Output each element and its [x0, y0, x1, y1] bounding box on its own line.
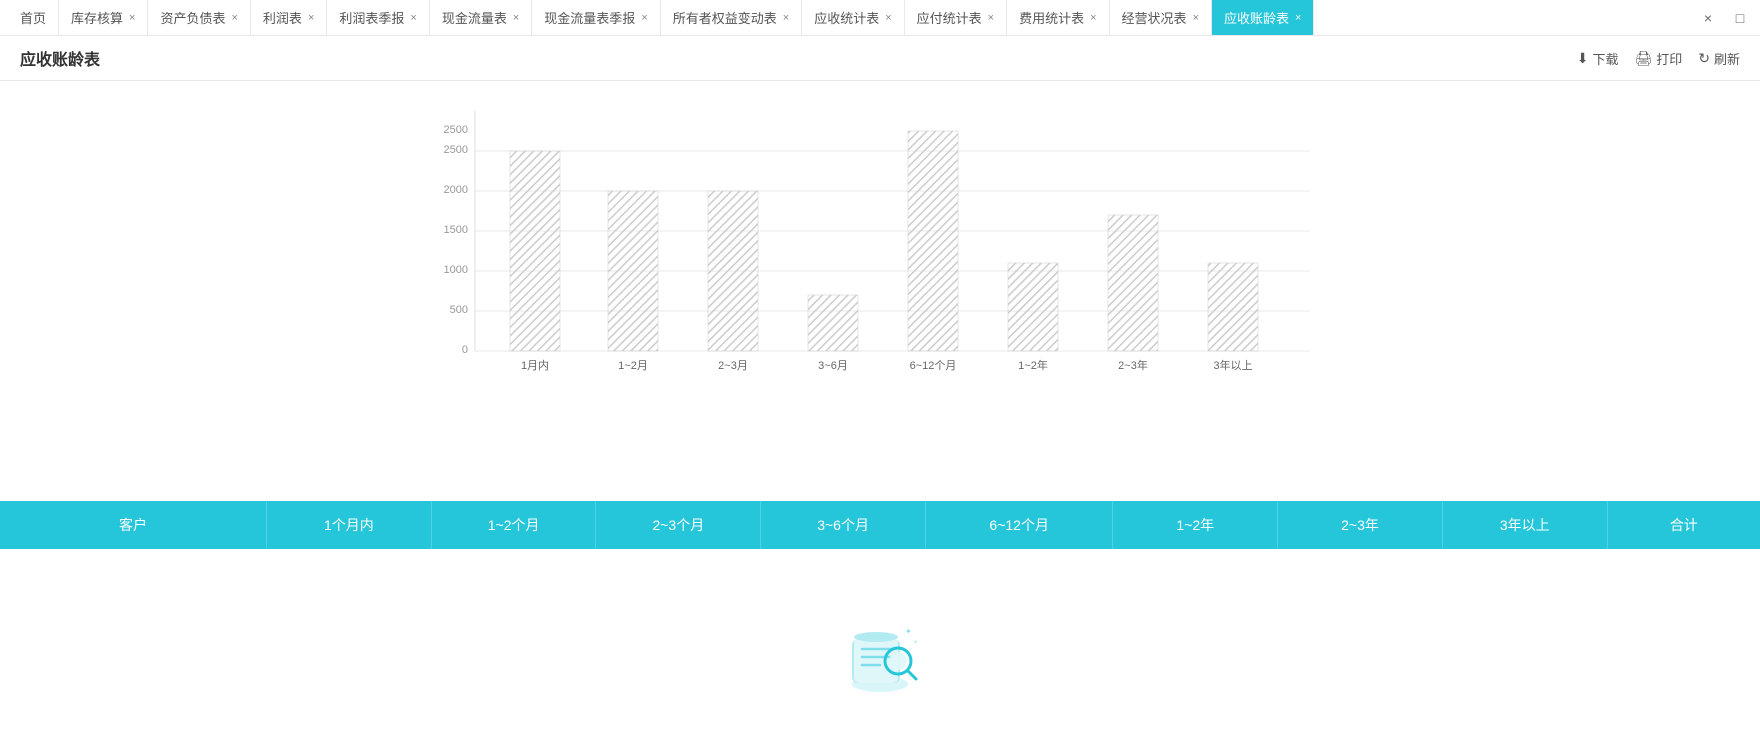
tab-close-ar-stat[interactable]: × [885, 12, 891, 24]
tab-profit-quarter[interactable]: 利润表季报 × [327, 0, 429, 36]
page-header: 应收账龄表 ⬇ 下载 🖨 打印 ↻ 刷新 [0, 36, 1760, 81]
tab-cashflow[interactable]: 现金流量表 × [430, 0, 532, 36]
svg-text:✦: ✦ [913, 639, 918, 646]
svg-text:6~12个月: 6~12个月 [910, 359, 957, 372]
empty-state-icon: ✦ ✦ [830, 609, 930, 699]
main-content: 0 500 1000 1500 2000 2500 2500 [0, 81, 1760, 739]
tab-label-cashflow-quarter: 现金流量表季报 [544, 8, 635, 27]
page-title: 应收账龄表 [20, 46, 100, 70]
svg-text:3~6月: 3~6月 [818, 360, 848, 372]
svg-text:0: 0 [462, 344, 468, 356]
header-actions: ⬇ 下载 🖨 打印 ↻ 刷新 [1577, 49, 1740, 68]
tab-bar: 首页库存核算×资产负债表×利润表×利润表季报×现金流量表×现金流量表季报×所有者… [0, 0, 1760, 36]
col-header-customer: 客户 [0, 501, 267, 549]
bar-4 [808, 295, 858, 351]
svg-text:3年以上: 3年以上 [1213, 358, 1252, 372]
refresh-icon: ↻ [1698, 50, 1710, 67]
svg-text:500: 500 [450, 304, 468, 316]
bar-2 [608, 191, 658, 351]
svg-text:1~2年: 1~2年 [1018, 358, 1048, 372]
tab-close-cashflow-quarter[interactable]: × [641, 12, 647, 24]
tab-label-business-status: 经营状况表 [1122, 8, 1187, 27]
col-header-month12: 1~2个月 [432, 501, 597, 549]
print-button[interactable]: 🖨 打印 [1634, 49, 1682, 68]
svg-text:1~2月: 1~2月 [618, 360, 648, 372]
tab-ap-stat[interactable]: 应付统计表 × [905, 0, 1007, 36]
tab-equity[interactable]: 所有者权益变动表 × [661, 0, 802, 36]
empty-state: ✦ ✦ [0, 549, 1760, 739]
svg-text:✦: ✦ [905, 627, 912, 636]
print-label: 打印 [1656, 49, 1682, 68]
chart-container: 0 500 1000 1500 2000 2500 2500 [20, 101, 1740, 381]
svg-text:2~3月: 2~3月 [718, 360, 748, 372]
tab-label-ar-aging: 应收账龄表 [1224, 8, 1289, 27]
tab-close-balance[interactable]: × [231, 12, 237, 24]
svg-text:2000: 2000 [444, 184, 468, 196]
tab-profit[interactable]: 利润表 × [251, 0, 327, 36]
bar-1 [510, 151, 560, 351]
tab-label-profit-quarter: 利润表季报 [339, 8, 404, 27]
refresh-label: 刷新 [1714, 49, 1740, 68]
col-header-year12: 1~2年 [1113, 501, 1278, 549]
tab-inventory[interactable]: 库存核算 × [59, 0, 148, 36]
tab-label-ap-stat: 应付统计表 [917, 8, 982, 27]
svg-text:1500: 1500 [444, 224, 468, 236]
svg-text:2~3年: 2~3年 [1118, 358, 1148, 372]
window-controls: × □ [1696, 6, 1752, 30]
col-header-month612: 6~12个月 [926, 501, 1113, 549]
tab-close-profit-quarter[interactable]: × [410, 12, 416, 24]
chart-area: 0 500 1000 1500 2000 2500 2500 [0, 81, 1760, 501]
tab-home[interactable]: 首页 [8, 0, 59, 36]
svg-text:1月内: 1月内 [521, 358, 549, 372]
svg-text:2500: 2500 [444, 144, 468, 156]
bar-5 [908, 131, 958, 351]
refresh-button[interactable]: ↻ 刷新 [1698, 49, 1740, 68]
tab-label-balance: 资产负债表 [160, 8, 225, 27]
tab-balance[interactable]: 资产负债表 × [148, 0, 250, 36]
table-header: 客户 1个月内 1~2个月 2~3个月 3~6个月 6~12个月 1~2年 2~… [0, 501, 1760, 549]
bar-3 [708, 191, 758, 351]
print-icon: 🖨 [1634, 50, 1652, 67]
tab-ar-aging[interactable]: 应收账龄表 × [1212, 0, 1314, 36]
tab-close-expense-stat[interactable]: × [1090, 12, 1096, 24]
bar-8 [1208, 263, 1258, 351]
tab-label-inventory: 库存核算 [71, 8, 123, 27]
col-header-month36: 3~6个月 [761, 501, 926, 549]
window-maximize-button[interactable]: □ [1728, 6, 1752, 30]
tab-close-ar-aging[interactable]: × [1295, 12, 1301, 24]
bar-chart: 0 500 1000 1500 2000 2500 2500 [430, 101, 1330, 381]
bar-7 [1108, 215, 1158, 351]
tab-expense-stat[interactable]: 费用统计表 × [1007, 0, 1109, 36]
window-close-button[interactable]: × [1696, 6, 1720, 30]
tab-label-profit: 利润表 [263, 8, 302, 27]
tab-cashflow-quarter[interactable]: 现金流量表季报 × [532, 0, 660, 36]
svg-text:2500: 2500 [444, 124, 468, 136]
col-header-year3plus: 3年以上 [1443, 501, 1608, 549]
download-label: 下载 [1592, 49, 1618, 68]
tab-close-business-status[interactable]: × [1193, 12, 1199, 24]
col-header-month23: 2~3个月 [596, 501, 761, 549]
tab-business-status[interactable]: 经营状况表 × [1110, 0, 1212, 36]
tab-ar-stat[interactable]: 应收统计表 × [802, 0, 904, 36]
download-icon: ⬇ [1577, 50, 1589, 67]
tab-close-cashflow[interactable]: × [513, 12, 519, 24]
svg-text:1000: 1000 [444, 264, 468, 276]
tab-label-equity: 所有者权益变动表 [673, 8, 777, 27]
tab-label-cashflow: 现金流量表 [442, 8, 507, 27]
tab-close-profit[interactable]: × [308, 12, 314, 24]
bar-6 [1008, 263, 1058, 351]
col-header-total: 合计 [1608, 501, 1760, 549]
tab-close-inventory[interactable]: × [129, 12, 135, 24]
tab-label-home: 首页 [20, 8, 46, 27]
tab-close-equity[interactable]: × [783, 12, 789, 24]
download-button[interactable]: ⬇ 下载 [1577, 49, 1619, 68]
tab-close-ap-stat[interactable]: × [988, 12, 994, 24]
col-header-year23: 2~3年 [1278, 501, 1443, 549]
col-header-month1: 1个月内 [267, 501, 432, 549]
tab-label-ar-stat: 应收统计表 [814, 8, 879, 27]
tab-label-expense-stat: 费用统计表 [1019, 8, 1084, 27]
